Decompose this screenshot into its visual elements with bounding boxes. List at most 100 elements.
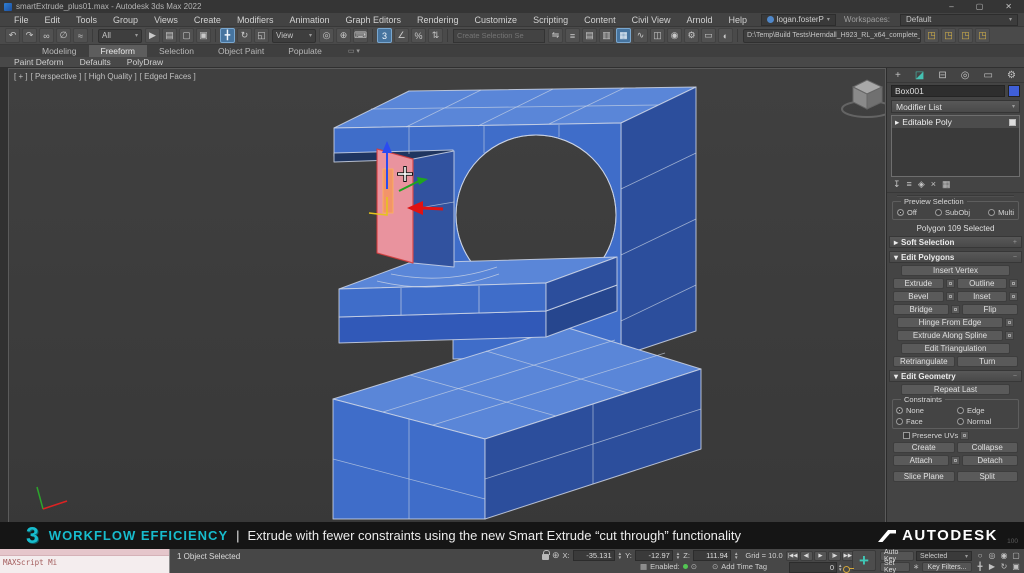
menu-item[interactable]: Modifiers (229, 15, 282, 25)
viewport-label-part[interactable]: [ High Quality ] (84, 72, 136, 81)
viewcube[interactable] (842, 80, 886, 117)
edit-geometry-rollout[interactable]: ▾Edit Geometry− (889, 370, 1022, 382)
collapse-button[interactable]: Collapse (957, 442, 1019, 453)
bridge-settings-icon[interactable] (951, 305, 960, 314)
zoom-extents-icon[interactable]: ◉ (998, 550, 1010, 561)
menu-item[interactable]: Civil View (624, 15, 679, 25)
object-color-swatch[interactable] (1008, 85, 1020, 97)
stack-item-editable-poly[interactable]: ▸ Editable Poly (892, 116, 1019, 128)
turn-button[interactable]: Turn (957, 356, 1019, 367)
display-tab-icon[interactable]: ▭ (984, 70, 993, 81)
select-and-link-icon[interactable]: ∞ (39, 28, 54, 43)
spinner-icon[interactable]: ▲▼ (734, 552, 738, 560)
render-icon[interactable]: ◐ (718, 28, 733, 43)
select-and-manipulate-icon[interactable]: ⊕ (336, 28, 351, 43)
next-frame-icon[interactable]: |▶ (828, 551, 841, 561)
extrude-settings-icon[interactable] (946, 279, 955, 288)
angle-snap-icon[interactable]: ∠ (394, 28, 409, 43)
menu-item[interactable]: Scripting (525, 15, 576, 25)
visibility-toggle-icon[interactable] (1009, 119, 1016, 126)
render-setup-icon[interactable]: ⚙ (684, 28, 699, 43)
project-toolbar-icon-3[interactable]: ◳ (958, 28, 973, 43)
selected-polygon[interactable] (377, 149, 413, 263)
modifier-list-dropdown[interactable]: Modifier List▾ (891, 100, 1020, 113)
selection-filter-dropdown[interactable]: All▾ (98, 29, 142, 43)
configure-modifier-sets-icon[interactable]: ▦ (942, 179, 951, 190)
edit-polygons-rollout[interactable]: ▾Edit Polygons− (889, 251, 1022, 263)
viewport-canvas[interactable] (9, 69, 886, 548)
preview-multi-radio[interactable]: Multi (988, 208, 1014, 217)
isolate-toggle-icon[interactable]: ⊙ (691, 562, 697, 571)
current-frame-field[interactable]: 0 (789, 562, 837, 573)
z-coordinate-field[interactable]: 111.94 (693, 550, 731, 561)
spinner-icon[interactable]: ▲▼ (676, 552, 680, 560)
bind-to-space-warp-icon[interactable]: ≈ (73, 28, 88, 43)
hinge-from-edge-button[interactable]: Hinge From Edge (897, 317, 1003, 328)
set-key-button[interactable]: Set Key (880, 562, 910, 572)
curve-editor-icon[interactable]: ∿ (633, 28, 648, 43)
expand-arrow-icon[interactable]: ▸ (895, 117, 899, 128)
ribbon-toggle-icon[interactable]: ▦ (616, 28, 631, 43)
modify-tab-icon[interactable]: ◪ (915, 70, 924, 81)
window-crossing-icon[interactable]: ▣ (196, 28, 211, 43)
redo-icon[interactable]: ↷ (22, 28, 37, 43)
show-end-result-icon[interactable]: ≡ (907, 179, 912, 190)
viewport-label-part[interactable]: [ Perspective ] (31, 72, 82, 81)
ribbon-tab[interactable]: Freeform (89, 45, 147, 57)
motion-tab-icon[interactable]: ◎ (961, 70, 970, 81)
create-key-button[interactable]: + (852, 550, 876, 571)
zoom-icon[interactable]: ○ (974, 550, 986, 561)
inset-settings-icon[interactable] (1009, 292, 1018, 301)
ribbon-tab[interactable]: Populate (276, 45, 334, 57)
orbit-icon[interactable]: ↻ (998, 561, 1010, 572)
project-toolbar-icon-1[interactable]: ◳ (924, 28, 939, 43)
select-and-scale-icon[interactable]: ◱ (254, 28, 269, 43)
edit-triangulation-button[interactable]: Edit Triangulation (901, 343, 1010, 354)
retriangulate-button[interactable]: Retriangulate (893, 356, 955, 367)
pan-icon[interactable]: ╋ (974, 561, 986, 572)
project-toolbar-icon-2[interactable]: ◳ (941, 28, 956, 43)
extrude-button[interactable]: Extrude (893, 278, 944, 289)
constraint-normal-radio[interactable]: Normal (957, 417, 991, 426)
utilities-tab-icon[interactable]: ⚙ (1007, 70, 1016, 81)
outline-settings-icon[interactable] (1009, 279, 1018, 288)
select-and-move-icon[interactable]: ╋ (220, 28, 235, 43)
menu-item[interactable]: Rendering (409, 15, 467, 25)
key-filters-button[interactable]: Key Filters... (922, 562, 972, 572)
menu-item[interactable]: Graph Editors (337, 15, 409, 25)
menu-item[interactable]: Content (576, 15, 624, 25)
ribbon-tab[interactable]: Object Paint (206, 45, 276, 57)
select-object-icon[interactable]: ▶ (145, 28, 160, 43)
mirror-icon[interactable]: ⇋ (548, 28, 563, 43)
walkthrough-icon[interactable]: ∗ (913, 562, 919, 571)
unlink-selection-icon[interactable]: ∅ (56, 28, 71, 43)
use-pivot-point-icon[interactable]: ◎ (319, 28, 334, 43)
minimize-icon[interactable]: – (949, 2, 953, 11)
maximize-icon[interactable]: ▢ (976, 2, 984, 11)
object-name-field[interactable]: Box001 (891, 85, 1005, 97)
key-icon[interactable] (843, 566, 854, 572)
reference-coordinate-dropdown[interactable]: View▾ (272, 29, 316, 43)
preserve-uvs-settings-icon[interactable] (960, 431, 969, 440)
selection-lock-icon[interactable] (542, 554, 549, 560)
menu-item[interactable]: Help (720, 15, 755, 25)
render-preset-path-dropdown[interactable]: D:\Temp\Build Tests\Herndall_H923_RL_x64… (743, 29, 921, 43)
spinner-icon[interactable]: ▲▼ (838, 564, 842, 572)
add-time-tag-label[interactable]: Add Time Tag (721, 562, 767, 571)
preview-subobj-radio[interactable]: SubObj (935, 208, 970, 217)
layer-manager-icon[interactable]: ▤ (582, 28, 597, 43)
perspective-viewport[interactable]: [ + ][ Perspective ][ High Quality ][ Ed… (8, 68, 886, 548)
attach-settings-icon[interactable] (951, 456, 960, 465)
bevel-settings-icon[interactable] (946, 292, 955, 301)
menu-item[interactable]: Edit (37, 15, 69, 25)
viewport-label-part[interactable]: [ Edged Faces ] (140, 72, 196, 81)
percent-snap-icon[interactable]: % (411, 28, 426, 43)
ribbon-tab[interactable]: Modeling (30, 45, 89, 57)
slice-plane-button[interactable]: Slice Plane (893, 471, 955, 482)
spinner-snap-icon[interactable]: ⇅ (428, 28, 443, 43)
modifier-stack[interactable]: ▸ Editable Poly (891, 115, 1020, 177)
scene-explorer-icon[interactable]: ▥ (599, 28, 614, 43)
extrude-along-spline-settings-icon[interactable] (1005, 331, 1014, 340)
select-and-rotate-icon[interactable]: ↻ (237, 28, 252, 43)
ribbon-panel-item[interactable]: PolyDraw (119, 57, 171, 67)
